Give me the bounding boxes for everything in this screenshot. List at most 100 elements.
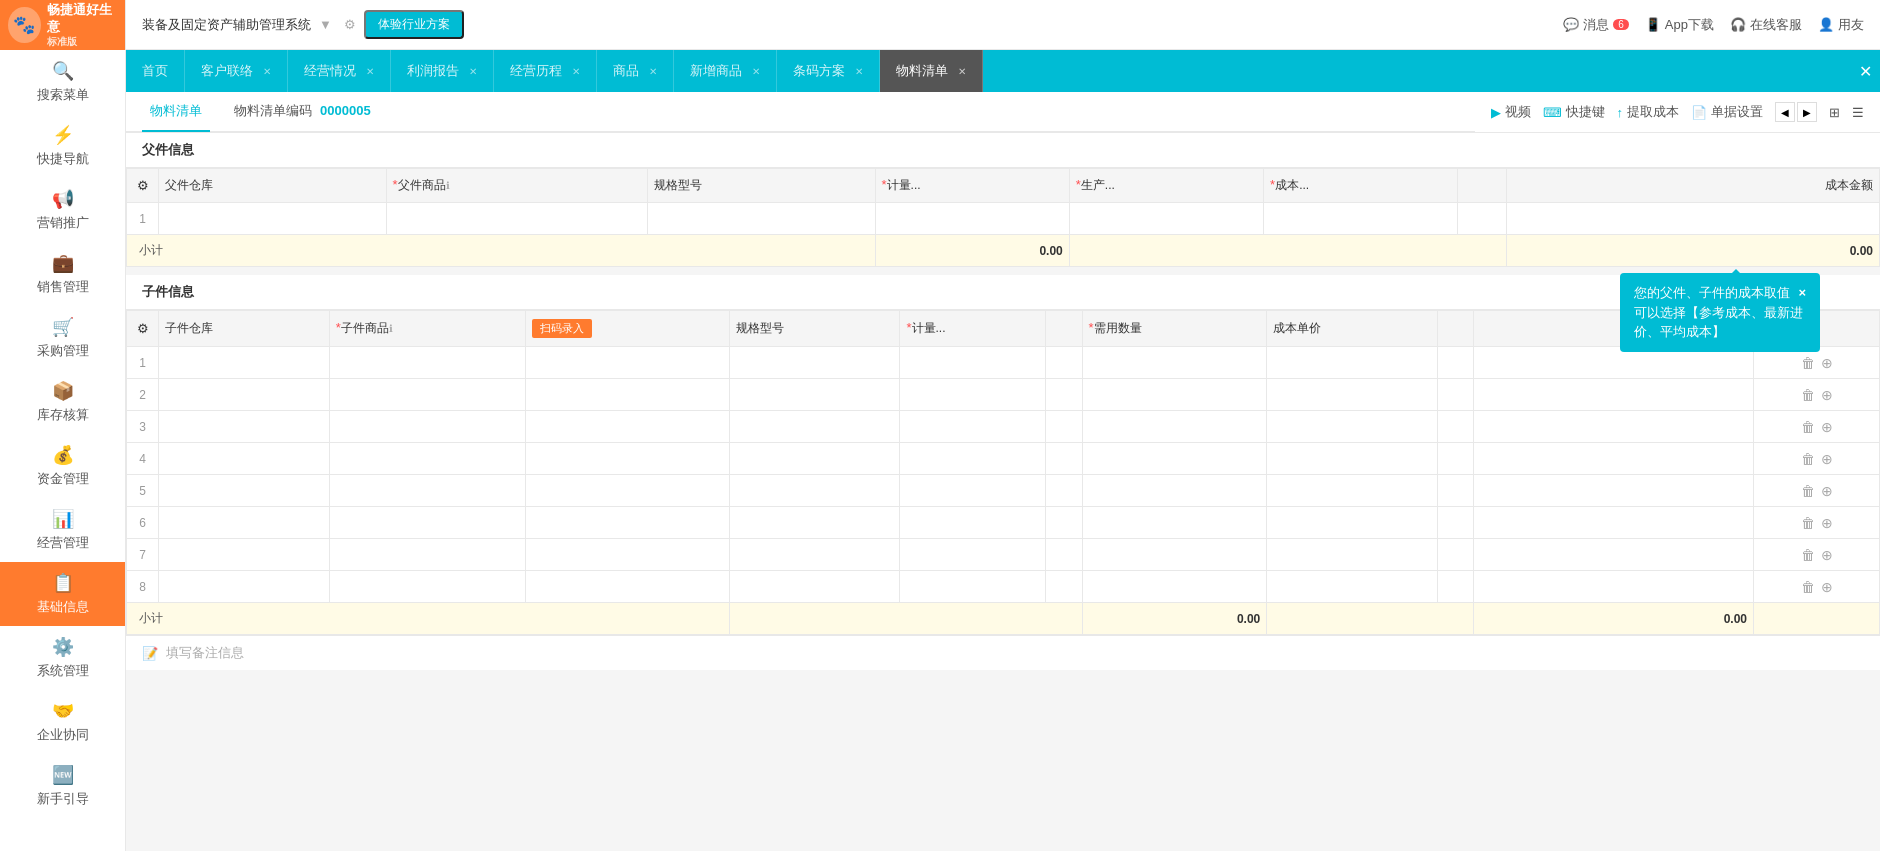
nav-tab-0[interactable]: 首页 [126, 50, 185, 92]
nav-next-btn[interactable]: ▶ [1797, 102, 1817, 122]
child-row-8-spec[interactable] [729, 571, 900, 603]
scan-btn[interactable]: 扫码录入 [532, 319, 592, 338]
sidebar-item-finance[interactable]: 💰资金管理 [0, 434, 125, 498]
child-row-4-qty-unit[interactable] [900, 443, 1046, 475]
nav-tab-close-3[interactable]: ✕ [469, 66, 477, 77]
child-row-4-product[interactable] [329, 443, 525, 475]
sidebar-item-search[interactable]: 🔍搜索菜单 [0, 50, 125, 114]
delete-icon-4[interactable]: 🗑 [1801, 451, 1815, 467]
child-row-4-unit-cost[interactable] [1267, 443, 1438, 475]
nav-tab-2[interactable]: 经营情况✕ [288, 50, 391, 92]
sidebar-item-quick-nav[interactable]: ⚡快捷导航 [0, 114, 125, 178]
child-row-3-product[interactable] [329, 411, 525, 443]
nav-tab-close-6[interactable]: ✕ [752, 66, 760, 77]
child-row-6-spec[interactable] [729, 507, 900, 539]
child-row-4-warehouse[interactable] [159, 443, 330, 475]
child-row-6-warehouse[interactable] [159, 507, 330, 539]
trial-btn[interactable]: 体验行业方案 [364, 10, 464, 39]
sidebar-item-inventory[interactable]: 📦库存核算 [0, 370, 125, 434]
nav-tab-close-5[interactable]: ✕ [649, 66, 657, 77]
single-settings-btn[interactable]: 📄 单据设置 [1691, 103, 1763, 121]
child-row-2-needed[interactable] [1082, 379, 1267, 411]
delete-icon-3[interactable]: 🗑 [1801, 419, 1815, 435]
child-row-2-warehouse[interactable] [159, 379, 330, 411]
parent-row-1-cost[interactable] [1264, 203, 1458, 235]
child-row-4-spec[interactable] [729, 443, 900, 475]
grid-view-btn[interactable]: ⊞ [1829, 105, 1840, 120]
online-service-btn[interactable]: 🎧 在线客服 [1730, 16, 1802, 34]
child-row-3-unit-cost[interactable] [1267, 411, 1438, 443]
child-row-5-product[interactable] [329, 475, 525, 507]
child-row-2-product[interactable] [329, 379, 525, 411]
sidebar-item-operation[interactable]: 📊经营管理 [0, 498, 125, 562]
copy-icon-8[interactable]: ⊕ [1821, 579, 1833, 595]
nav-tab-1[interactable]: 客户联络✕ [185, 50, 288, 92]
child-row-8-warehouse[interactable] [159, 571, 330, 603]
child-row-3-spec[interactable] [729, 411, 900, 443]
child-row-4-needed[interactable] [1082, 443, 1267, 475]
child-settings-icon[interactable]: ⚙ [137, 321, 149, 336]
child-row-7-needed[interactable] [1082, 539, 1267, 571]
nav-tab-close-2[interactable]: ✕ [366, 66, 374, 77]
delete-icon-8[interactable]: 🗑 [1801, 579, 1815, 595]
shortcut-btn[interactable]: ⌨ 快捷键 [1543, 103, 1605, 121]
dropdown-icon[interactable]: ▼ [319, 17, 332, 32]
copy-icon-6[interactable]: ⊕ [1821, 515, 1833, 531]
nav-tab-7[interactable]: 条码方案✕ [777, 50, 880, 92]
child-row-2-qty-unit[interactable] [900, 379, 1046, 411]
view-btn[interactable]: ▶ 视频 [1491, 103, 1531, 121]
parent-row-1-spec[interactable] [647, 203, 875, 235]
copy-icon-1[interactable]: ⊕ [1821, 355, 1833, 371]
sidebar-item-marketing[interactable]: 📢营销推广 [0, 178, 125, 242]
child-row-1-qty-unit[interactable] [900, 347, 1046, 379]
child-row-5-qty-unit[interactable] [900, 475, 1046, 507]
child-row-7-spec[interactable] [729, 539, 900, 571]
child-row-8-product[interactable] [329, 571, 525, 603]
delete-icon-5[interactable]: 🗑 [1801, 483, 1815, 499]
child-row-8-unit-cost[interactable] [1267, 571, 1438, 603]
app-download-btn[interactable]: 📱 App下载 [1645, 16, 1714, 34]
child-row-8-needed[interactable] [1082, 571, 1267, 603]
nav-tab-3[interactable]: 利润报告✕ [391, 50, 494, 92]
sidebar-item-basic[interactable]: 📋基础信息 [0, 562, 125, 626]
child-row-1-product[interactable] [329, 347, 525, 379]
child-row-1-unit-cost[interactable] [1267, 347, 1438, 379]
parent-row-1-product[interactable] [386, 203, 647, 235]
child-row-6-product[interactable] [329, 507, 525, 539]
parent-row-1-warehouse[interactable] [159, 203, 387, 235]
sidebar-item-guide[interactable]: 🆕新手引导 [0, 754, 125, 818]
sidebar-item-purchase[interactable]: 🛒采购管理 [0, 306, 125, 370]
nav-tab-close-7[interactable]: ✕ [855, 66, 863, 77]
child-row-5-spec[interactable] [729, 475, 900, 507]
nav-tab-5[interactable]: 商品✕ [597, 50, 674, 92]
user-btn[interactable]: 👤 用友 [1818, 16, 1864, 34]
child-row-6-qty-unit[interactable] [900, 507, 1046, 539]
delete-icon-6[interactable]: 🗑 [1801, 515, 1815, 531]
child-row-7-product[interactable] [329, 539, 525, 571]
extract-cost-btn[interactable]: ↑ 提取成本 [1617, 103, 1680, 121]
copy-icon-7[interactable]: ⊕ [1821, 547, 1833, 563]
message-btn[interactable]: 💬 消息 6 [1563, 16, 1629, 34]
copy-icon-2[interactable]: ⊕ [1821, 387, 1833, 403]
child-row-8-qty-unit[interactable] [900, 571, 1046, 603]
child-row-6-unit-cost[interactable] [1267, 507, 1438, 539]
nav-tab-6[interactable]: 新增商品✕ [674, 50, 777, 92]
child-row-3-warehouse[interactable] [159, 411, 330, 443]
sub-tab-code[interactable]: 物料清单编码 0000005 [226, 92, 379, 132]
nav-tab-close-1[interactable]: ✕ [263, 66, 271, 77]
child-row-6-needed[interactable] [1082, 507, 1267, 539]
sidebar-item-sales[interactable]: 💼销售管理 [0, 242, 125, 306]
child-row-2-unit-cost[interactable] [1267, 379, 1438, 411]
nav-close-btn[interactable]: ✕ [1851, 62, 1880, 81]
sidebar-item-enterprise[interactable]: 🤝企业协同 [0, 690, 125, 754]
child-row-2-spec[interactable] [729, 379, 900, 411]
delete-icon-7[interactable]: 🗑 [1801, 547, 1815, 563]
child-row-7-qty-unit[interactable] [900, 539, 1046, 571]
child-row-5-unit-cost[interactable] [1267, 475, 1438, 507]
copy-icon-5[interactable]: ⊕ [1821, 483, 1833, 499]
parent-row-1-production[interactable] [1069, 203, 1263, 235]
delete-icon-2[interactable]: 🗑 [1801, 387, 1815, 403]
copy-icon-3[interactable]: ⊕ [1821, 419, 1833, 435]
child-row-1-warehouse[interactable] [159, 347, 330, 379]
child-row-7-unit-cost[interactable] [1267, 539, 1438, 571]
